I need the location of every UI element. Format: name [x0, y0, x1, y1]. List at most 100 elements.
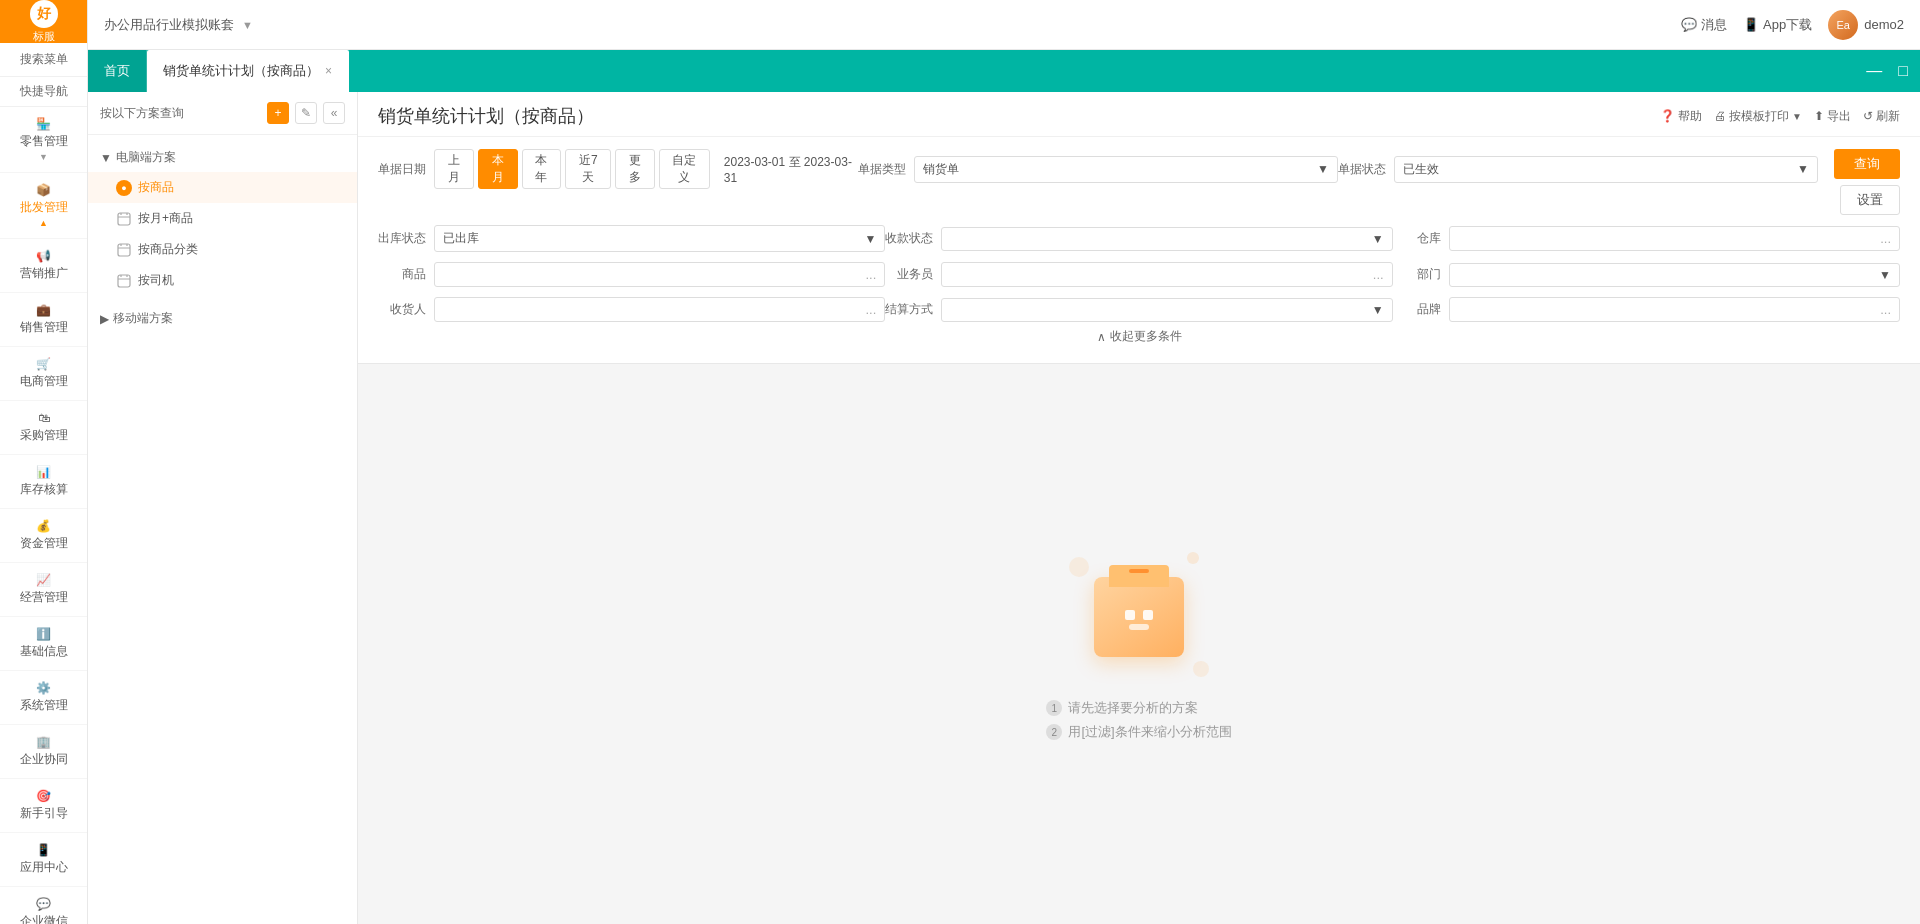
date-last-month-btn[interactable]: 上月 — [434, 149, 474, 189]
empty-hint-2: 2 用[过滤]条件来缩小分析范围 — [1046, 723, 1231, 741]
outstatus-select[interactable]: 已出库 ▼ — [434, 225, 885, 252]
sidebar-item-ecommerce-label: 电商管理 — [20, 373, 68, 390]
sidebar-item-operations[interactable]: 📈 经营管理 — [0, 563, 87, 617]
export-button[interactable]: ⬆ 导出 — [1814, 108, 1851, 125]
settlement-select[interactable]: ▼ — [941, 298, 1392, 322]
settlement-label: 结算方式 — [885, 301, 941, 318]
setting-button[interactable]: 设置 — [1840, 185, 1900, 215]
title-actions: ❓ 帮助 🖨 按模板打印 ▼ ⬆ 导出 ↺ 刷新 — [1660, 108, 1900, 125]
sidebar-item-ecommerce[interactable]: 🛒 电商管理 — [0, 347, 87, 401]
date-this-year-btn[interactable]: 本年 — [522, 149, 562, 189]
add-solution-button[interactable]: + — [267, 102, 289, 124]
collapse-icon: « — [331, 106, 338, 120]
template-print-label: 按模板打印 — [1729, 108, 1789, 125]
tab-maximize-button[interactable]: □ — [1894, 59, 1912, 83]
template-print-button[interactable]: 🖨 按模板打印 ▼ — [1714, 108, 1802, 125]
sidebar-item-purchase[interactable]: 🛍 采购管理 — [0, 401, 87, 455]
app-logo[interactable]: 好 标服 — [0, 0, 87, 43]
tab-home[interactable]: 首页 — [88, 50, 147, 92]
warehouse-dots-icon[interactable]: ... — [1880, 231, 1891, 246]
sidebar-item-finance[interactable]: 💰 资金管理 — [0, 509, 87, 563]
receiver-dots-icon[interactable]: ... — [865, 302, 876, 317]
solution-by-category[interactable]: 按商品分类 — [88, 234, 357, 265]
user-info[interactable]: Ea demo2 — [1828, 10, 1904, 40]
page-content: 按以下方案查询 + ✎ « ▼ 电脑端方案 ● 按商品 — [88, 92, 1920, 924]
docstatus-select[interactable]: 已生效 ▼ — [1394, 156, 1818, 183]
salesperson-dots-icon[interactable]: ... — [1373, 267, 1384, 282]
outstatus-label: 出库状态 — [378, 230, 434, 247]
brand-label: 品牌 — [1393, 301, 1449, 318]
tab-home-label: 首页 — [104, 62, 130, 80]
date-custom-btn[interactable]: 自定义 — [659, 149, 710, 189]
tab-close-button[interactable]: × — [325, 64, 332, 78]
breadcrumb-arrow-icon: ▼ — [242, 19, 253, 31]
sidebar: 好 标服 搜索菜单 快捷导航 🏪 零售管理 ▼ 📦 批发管理 ▲ 📢 营销推广 … — [0, 0, 88, 924]
app-download-button[interactable]: 📱 App下载 — [1743, 16, 1812, 34]
purchase-icon: 🛍 — [38, 411, 50, 425]
top-header: 办公用品行业模拟账套 ▼ 💬 消息 📱 App下载 Ea demo2 — [88, 0, 1920, 50]
svg-rect-8 — [118, 275, 130, 287]
pc-group-title[interactable]: ▼ 电脑端方案 — [88, 143, 357, 172]
page-title: 销货单统计计划（按商品） — [378, 104, 594, 128]
edit-icon: ✎ — [301, 106, 311, 120]
chevron-up-icon: ∧ — [1097, 330, 1106, 344]
sidebar-item-wholesale[interactable]: 📦 批发管理 ▲ — [0, 173, 87, 239]
tab-active[interactable]: 销货单统计计划（按商品） × — [147, 50, 349, 92]
sidebar-item-enterprise-label: 企业协同 — [20, 751, 68, 768]
salesperson-label: 业务员 — [885, 266, 941, 283]
quick-nav[interactable]: 快捷导航 — [0, 77, 87, 107]
date-last7-btn[interactable]: 近7天 — [565, 149, 611, 189]
marketing-icon: 📢 — [36, 249, 51, 263]
sidebar-item-base[interactable]: ℹ️ 基础信息 — [0, 617, 87, 671]
template-print-arrow: ▼ — [1792, 111, 1802, 122]
solution-by-driver[interactable]: 按司机 — [88, 265, 357, 296]
help-button[interactable]: ❓ 帮助 — [1660, 108, 1702, 125]
sidebar-item-wechat[interactable]: 💬 企业微信 — [0, 887, 87, 924]
search-menu[interactable]: 搜索菜单 — [0, 43, 87, 77]
solution-driver-icon — [116, 273, 132, 289]
collapse-panel-button[interactable]: « — [323, 102, 345, 124]
solution-by-product-label: 按商品 — [138, 179, 174, 196]
system-icon: ⚙️ — [36, 681, 51, 695]
edit-solution-button[interactable]: ✎ — [295, 102, 317, 124]
solution-by-month-product[interactable]: 按月+商品 — [88, 203, 357, 234]
data-area: 1 请先选择要分析的方案 2 用[过滤]条件来缩小分析范围 — [358, 364, 1920, 924]
ecommerce-icon: 🛒 — [36, 357, 51, 371]
wholesale-arrow: ▲ — [39, 218, 48, 228]
solution-by-product[interactable]: ● 按商品 — [88, 172, 357, 203]
date-more-btn[interactable]: 更多 — [615, 149, 655, 189]
print-icon: 🖨 — [1714, 109, 1726, 123]
sidebar-item-inventory[interactable]: 📊 库存核算 — [0, 455, 87, 509]
apps-icon: 📱 — [36, 843, 51, 857]
action-panel: 查询 设置 — [1834, 149, 1900, 215]
query-button[interactable]: 查询 — [1834, 149, 1900, 179]
sidebar-item-apps[interactable]: 📱 应用中心 — [0, 833, 87, 887]
outstatus-arrow-icon: ▼ — [864, 232, 876, 246]
filter-docstatus-group: 单据状态 已生效 ▼ — [1338, 149, 1818, 189]
mobile-group-label: 移动端方案 — [113, 310, 173, 327]
sidebar-item-sales[interactable]: 💼 销售管理 — [0, 293, 87, 347]
department-select[interactable]: ▼ — [1449, 263, 1900, 287]
doctype-select[interactable]: 销货单 ▼ — [914, 156, 1338, 183]
message-button[interactable]: 💬 消息 — [1681, 16, 1727, 34]
sidebar-item-guide[interactable]: 🎯 新手引导 — [0, 779, 87, 833]
sidebar-item-marketing[interactable]: 📢 营销推广 — [0, 239, 87, 293]
brand-dots-icon[interactable]: ... — [1880, 302, 1891, 317]
doctype-value: 销货单 — [923, 161, 959, 178]
help-label: 帮助 — [1678, 108, 1702, 125]
guide-icon: 🎯 — [36, 789, 51, 803]
tab-minimize-button[interactable]: — — [1862, 59, 1886, 83]
refresh-button[interactable]: ↺ 刷新 — [1863, 108, 1900, 125]
solution-by-driver-label: 按司机 — [138, 272, 174, 289]
mobile-solution-group[interactable]: ▶ 移动端方案 — [88, 304, 357, 333]
sidebar-item-enterprise[interactable]: 🏢 企业协同 — [0, 725, 87, 779]
sidebar-item-system[interactable]: ⚙️ 系统管理 — [0, 671, 87, 725]
payment-select[interactable]: ▼ — [941, 227, 1392, 251]
product-dots-icon[interactable]: ... — [865, 267, 876, 282]
collapse-more-button[interactable]: ∧ 收起更多条件 — [378, 322, 1900, 351]
doctype-label: 单据类型 — [858, 161, 914, 178]
date-this-month-btn[interactable]: 本月 — [478, 149, 518, 189]
sidebar-item-retail[interactable]: 🏪 零售管理 ▼ — [0, 107, 87, 173]
payment-arrow-icon: ▼ — [1372, 232, 1384, 246]
hint-text-1: 请先选择要分析的方案 — [1068, 699, 1198, 717]
